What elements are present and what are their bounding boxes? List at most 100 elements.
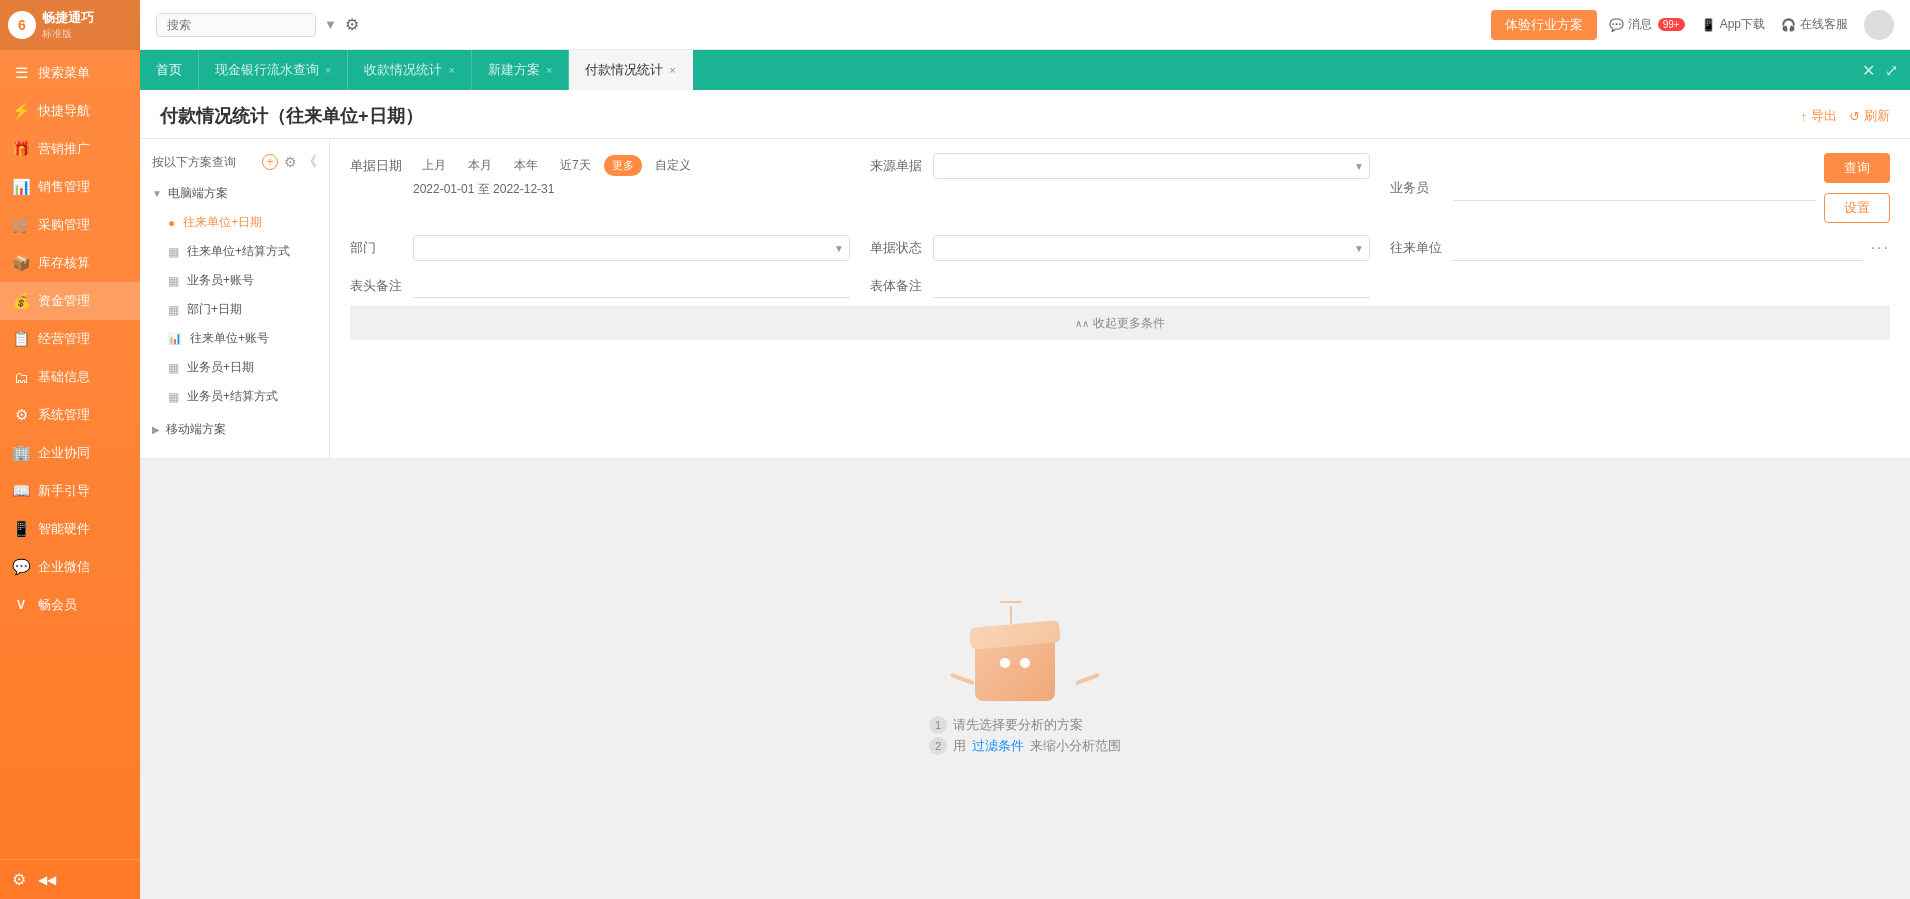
schema-group-desktop: ▼ 电脑端方案 ● 往来单位+日期 ▦ 往来单位+结算方式 ▦ 业务员+账号 <box>140 179 329 411</box>
schema-item-partner-account[interactable]: 📊 往来单位+账号 <box>140 324 329 353</box>
sidebar-item-label: 企业协同 <box>38 444 90 462</box>
tab-payment-close[interactable]: × <box>669 64 675 76</box>
sidebar-item-member[interactable]: V 畅会员 <box>0 586 140 624</box>
date-btn-custom[interactable]: 自定义 <box>646 153 700 178</box>
tab-home-label: 首页 <box>156 61 182 79</box>
sidebar-item-label: 营销推广 <box>38 140 90 158</box>
sidebar-item-marketing[interactable]: 🎁 营销推广 <box>0 130 140 168</box>
sidebar-item-label: 快捷导航 <box>38 102 90 120</box>
quick-nav-icon: ⚡ <box>12 102 30 120</box>
refresh-button[interactable]: ↺ 刷新 <box>1849 107 1890 125</box>
tab-bank-flow[interactable]: 现金银行流水查询 × <box>199 50 348 90</box>
tab-payment-stats-label: 付款情况统计 <box>585 61 663 79</box>
schema-item-label: 业务员+日期 <box>187 359 254 376</box>
date-filter-group: 单据日期 上月 本月 本年 近7天 更多 自定义 2022-01-0 <box>350 153 850 198</box>
member-icon: V <box>12 598 30 612</box>
settings-button[interactable]: 设置 <box>1824 193 1890 223</box>
sidebar-item-operation[interactable]: 📋 经营管理 <box>0 320 140 358</box>
tab-payment-stats[interactable]: 付款情况统计 × <box>569 50 692 90</box>
partner-input[interactable] <box>1453 236 1863 261</box>
schema-item-partner-date[interactable]: ● 往来单位+日期 <box>140 208 329 237</box>
sidebar-item-basic-info[interactable]: 🗂 基础信息 <box>0 358 140 396</box>
tab-new-plan-close[interactable]: × <box>546 64 552 76</box>
schema-group-mobile-title[interactable]: ▶ 移动端方案 <box>140 415 329 444</box>
app-download-button[interactable]: 📱 App下载 <box>1701 16 1765 33</box>
bill-status-select[interactable] <box>933 235 1370 261</box>
tab-home[interactable]: 首页 <box>140 50 199 90</box>
user-avatar[interactable] <box>1864 10 1894 40</box>
partner-dots-icon[interactable]: ··· <box>1871 239 1890 257</box>
sidebar-item-system[interactable]: ⚙ 系统管理 <box>0 396 140 434</box>
tabbar: 首页 现金银行流水查询 × 收款情况统计 × 新建方案 × 付款情况统计 × ✕… <box>140 50 1910 90</box>
header-note-label: 表头备注 <box>350 277 405 295</box>
tab-new-plan[interactable]: 新建方案 × <box>472 50 569 90</box>
app-logo-text: 畅捷通巧 标准版 <box>42 9 94 41</box>
filter-condition-link[interactable]: 过滤条件 <box>972 737 1024 755</box>
schema-collapse-icon[interactable]: 《 <box>303 153 317 171</box>
step-1-num: 1 <box>929 716 947 734</box>
schema-header-label: 按以下方案查询 <box>152 154 236 171</box>
search-chevron-icon[interactable]: ▼ <box>324 17 337 32</box>
sidebar-item-hardware[interactable]: 📱 智能硬件 <box>0 510 140 548</box>
schema-actions: + ⚙ 《 <box>262 153 317 171</box>
search-input[interactable] <box>156 13 316 37</box>
schema-item-salesman-account[interactable]: ▦ 业务员+账号 <box>140 266 329 295</box>
sidebar-settings-icon[interactable]: ⚙ <box>12 870 26 889</box>
schema-add-icon[interactable]: + <box>262 154 278 170</box>
salesman-input[interactable] <box>1453 176 1816 201</box>
tab-receipt-close[interactable]: × <box>448 64 454 76</box>
content-area: 付款情况统计（往来单位+日期） ↑ 导出 ↺ 刷新 按以下方案查询 + <box>140 90 1910 899</box>
schema-item-icon: ▦ <box>168 274 179 288</box>
header-note-input[interactable] <box>413 273 850 298</box>
hardware-icon: 📱 <box>12 520 30 538</box>
sidebar-item-sales[interactable]: 📊 销售管理 <box>0 168 140 206</box>
date-btn-this-month[interactable]: 本月 <box>459 153 501 178</box>
date-btn-last-month[interactable]: 上月 <box>413 153 455 178</box>
schema-item-salesman-date[interactable]: ▦ 业务员+日期 <box>140 353 329 382</box>
trial-button[interactable]: 体验行业方案 <box>1491 10 1597 40</box>
sidebar-item-enterprise[interactable]: 🏢 企业协同 <box>0 434 140 472</box>
online-service-button[interactable]: 🎧 在线客服 <box>1781 16 1848 33</box>
tab-expand-icon[interactable]: ⤢ <box>1885 61 1898 80</box>
tab-bank-flow-close[interactable]: × <box>325 64 331 76</box>
collapse-bar[interactable]: ∧∧ 收起更多条件 <box>350 306 1890 340</box>
step-1-text: 请先选择要分析的方案 <box>953 716 1083 734</box>
sidebar-collapse-icon[interactable]: ◀◀ <box>38 873 56 887</box>
online-service-label: 在线客服 <box>1800 16 1848 33</box>
salesman-filter-group: 业务员 查询 设置 <box>1390 153 1890 223</box>
dept-select[interactable] <box>413 235 850 261</box>
page-header-actions: ↑ 导出 ↺ 刷新 <box>1801 107 1891 125</box>
tab-receipt-stats[interactable]: 收款情况统计 × <box>348 50 471 90</box>
export-button[interactable]: ↑ 导出 <box>1801 107 1838 125</box>
sidebar-item-wechat[interactable]: 💬 企业微信 <box>0 548 140 586</box>
tab-close-all-icon[interactable]: ✕ <box>1862 61 1875 80</box>
enterprise-icon: 🏢 <box>12 444 30 462</box>
date-btn-more[interactable]: 更多 <box>604 155 642 176</box>
sidebar-item-finance[interactable]: 💰 资金管理 <box>0 282 140 320</box>
schema-item-icon: ▦ <box>168 390 179 404</box>
empty-arm-left <box>950 672 975 684</box>
sidebar-item-quick-nav[interactable]: ⚡ 快捷导航 <box>0 92 140 130</box>
sidebar-item-label: 销售管理 <box>38 178 90 196</box>
date-btn-7days[interactable]: 近7天 <box>551 153 600 178</box>
wechat-icon: 💬 <box>12 558 30 576</box>
date-btn-this-year[interactable]: 本年 <box>505 153 547 178</box>
schema-group-desktop-title[interactable]: ▼ 电脑端方案 <box>140 179 329 208</box>
sidebar-item-guide[interactable]: 📖 新手引导 <box>0 472 140 510</box>
schema-item-salesman-settlement[interactable]: ▦ 业务员+结算方式 <box>140 382 329 411</box>
sidebar-item-inventory[interactable]: 📦 库存核算 <box>0 244 140 282</box>
query-button[interactable]: 查询 <box>1824 153 1890 183</box>
sidebar-item-search-menu[interactable]: ☰ 搜索菜单 <box>0 54 140 92</box>
sidebar-item-label: 库存核算 <box>38 254 90 272</box>
sidebar-bottom: ⚙ ◀◀ <box>0 859 140 899</box>
topbar-gear-icon[interactable]: ⚙ <box>345 15 359 34</box>
schema-settings-icon[interactable]: ⚙ <box>284 154 297 170</box>
schema-item-label: 业务员+结算方式 <box>187 388 278 405</box>
sidebar-item-purchase[interactable]: 🛒 采购管理 <box>0 206 140 244</box>
schema-item-dept-date[interactable]: ▦ 部门+日期 <box>140 295 329 324</box>
schema-item-partner-settlement[interactable]: ▦ 往来单位+结算方式 <box>140 237 329 266</box>
source-select[interactable] <box>933 153 1370 179</box>
message-button[interactable]: 💬 消息 99+ <box>1609 16 1685 33</box>
export-icon: ↑ <box>1801 109 1808 124</box>
body-note-input[interactable] <box>933 273 1370 298</box>
